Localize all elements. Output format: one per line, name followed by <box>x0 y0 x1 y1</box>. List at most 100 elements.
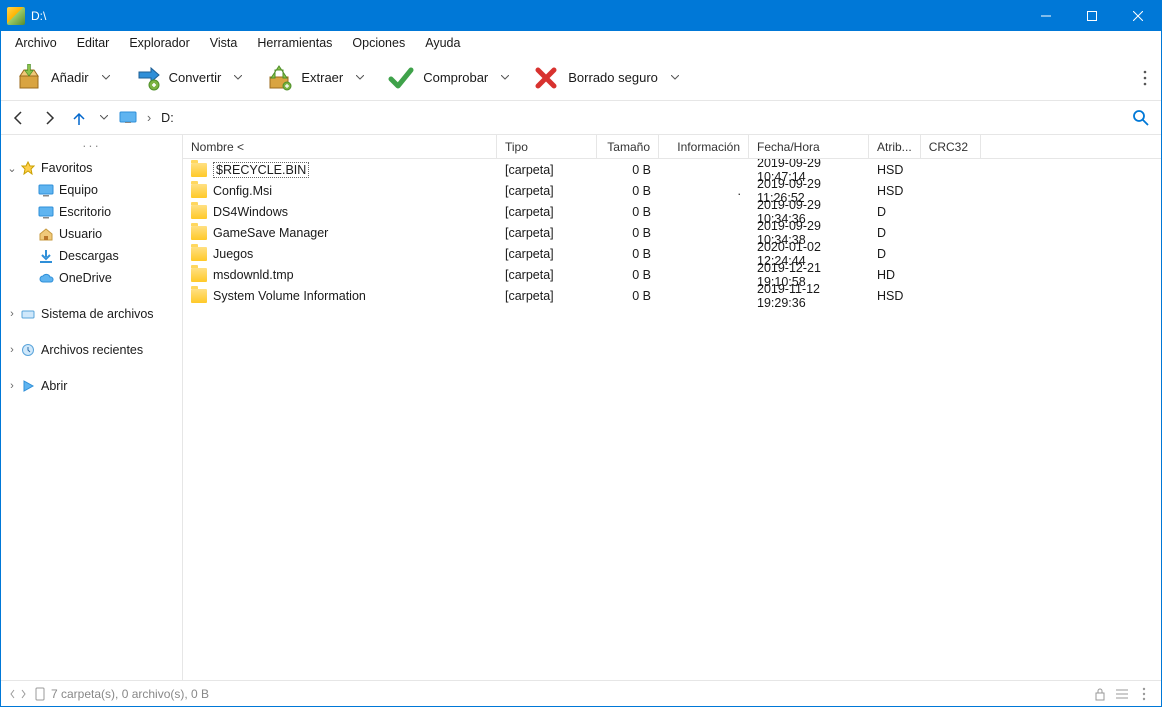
file-name: System Volume Information <box>213 289 366 303</box>
test-label: Comprobar <box>423 70 488 85</box>
device-icon[interactable] <box>29 687 51 701</box>
sidebar-grip[interactable]: ··· <box>1 139 182 157</box>
file-name: msdownld.tmp <box>213 268 294 282</box>
table-row[interactable]: Config.Msi[carpeta]0 B.2019-09-29 11:26:… <box>183 180 1161 201</box>
nav-back[interactable] <box>5 104 33 132</box>
sidebar-item-label: Descargas <box>59 249 119 263</box>
file-crc <box>913 201 973 222</box>
file-crc <box>913 285 973 306</box>
lock-icon[interactable] <box>1089 687 1111 701</box>
file-size: 0 B <box>597 201 659 222</box>
file-size: 0 B <box>597 159 659 180</box>
chevron-right-icon[interactable]: › <box>5 344 19 356</box>
monitor-icon <box>37 205 55 219</box>
column-type[interactable]: Tipo <box>497 135 597 158</box>
file-type: [carpeta] <box>497 243 597 264</box>
column-attr[interactable]: Atrib... <box>869 135 921 158</box>
sidebar: ··· ⌄ Favoritos EquipoEscritorioUsuario D… <box>1 135 183 680</box>
sidebar-favorite-item[interactable]: Escritorio <box>1 201 182 223</box>
convert-button[interactable]: Convertir <box>125 61 230 95</box>
file-info <box>659 159 749 180</box>
table-row[interactable]: msdownld.tmp[carpeta]0 B2019-12-21 19:10… <box>183 264 1161 285</box>
folder-icon <box>191 268 207 282</box>
file-size: 0 B <box>597 180 659 201</box>
sidebar-favorites[interactable]: ⌄ Favoritos <box>1 157 182 179</box>
extract-button[interactable]: Extraer <box>257 61 351 95</box>
search-button[interactable] <box>1125 104 1157 132</box>
menu-herramientas[interactable]: Herramientas <box>247 31 342 55</box>
file-crc <box>913 180 973 201</box>
menu-ayuda[interactable]: Ayuda <box>415 31 470 55</box>
breadcrumb-path[interactable]: D: <box>157 111 178 125</box>
file-info <box>659 222 749 243</box>
sidebar-favorite-item[interactable]: Usuario <box>1 223 182 245</box>
file-info <box>659 243 749 264</box>
column-name[interactable]: Nombre < <box>183 135 497 158</box>
table-row[interactable]: GameSave Manager[carpeta]0 B2019-09-29 1… <box>183 222 1161 243</box>
file-info: . <box>659 180 749 201</box>
convert-dropdown[interactable] <box>229 61 247 95</box>
breadcrumb[interactable]: › D: <box>115 104 178 132</box>
extract-dropdown[interactable] <box>351 61 369 95</box>
test-button[interactable]: Comprobar <box>379 61 496 95</box>
menu-explorador[interactable]: Explorador <box>119 31 199 55</box>
toolbar-overflow[interactable] <box>1135 61 1155 95</box>
resize-horizontal-icon[interactable] <box>7 688 29 700</box>
add-button[interactable]: Añadir <box>7 61 97 95</box>
file-date: 2019-11-12 19:29:36 <box>749 285 869 306</box>
drive-icon <box>19 307 37 321</box>
delete-dropdown[interactable] <box>666 61 684 95</box>
chevron-right-icon[interactable]: › <box>141 111 157 125</box>
column-date[interactable]: Fecha/Hora <box>749 135 869 158</box>
table-row[interactable]: Juegos[carpeta]0 B2020-01-02 12:24:44D <box>183 243 1161 264</box>
file-size: 0 B <box>597 285 659 306</box>
file-attr: HSD <box>869 159 913 180</box>
close-button[interactable] <box>1115 1 1161 31</box>
menu-editar[interactable]: Editar <box>67 31 120 55</box>
extract-icon <box>265 64 293 92</box>
secure-delete-button[interactable]: Borrado seguro <box>524 61 666 95</box>
sidebar-open[interactable]: › Abrir <box>1 375 182 397</box>
chevron-right-icon[interactable]: › <box>5 380 19 392</box>
view-options-icon[interactable] <box>1111 688 1133 700</box>
menu-opciones[interactable]: Opciones <box>342 31 415 55</box>
column-crc[interactable]: CRC32 <box>921 135 981 158</box>
column-size[interactable]: Tamaño <box>597 135 659 158</box>
maximize-button[interactable] <box>1069 1 1115 31</box>
file-name: Config.Msi <box>213 184 272 198</box>
chevron-right-icon[interactable]: › <box>5 308 19 320</box>
nav-history-dropdown[interactable] <box>95 104 113 132</box>
column-info[interactable]: Información <box>659 135 749 158</box>
file-type: [carpeta] <box>497 180 597 201</box>
test-dropdown[interactable] <box>496 61 514 95</box>
sidebar-filesystem[interactable]: › Sistema de archivos <box>1 303 182 325</box>
nav-up[interactable] <box>65 104 93 132</box>
sidebar-favorite-item[interactable]: Descargas <box>1 245 182 267</box>
chevron-down-icon[interactable]: ⌄ <box>5 162 19 175</box>
titlebar: D:\ <box>1 1 1161 31</box>
convert-label: Convertir <box>169 70 222 85</box>
menu-archivo[interactable]: Archivo <box>5 31 67 55</box>
statusbar-overflow[interactable] <box>1133 687 1155 701</box>
file-name: DS4Windows <box>213 205 288 219</box>
monitor-icon <box>37 183 55 197</box>
house-icon <box>37 227 55 241</box>
file-crc <box>913 222 973 243</box>
nav-forward[interactable] <box>35 104 63 132</box>
add-dropdown[interactable] <box>97 61 115 95</box>
download-icon <box>37 249 55 263</box>
menu-vista[interactable]: Vista <box>200 31 248 55</box>
table-row[interactable]: DS4Windows[carpeta]0 B2019-09-29 10:34:3… <box>183 201 1161 222</box>
table-row[interactable]: System Volume Information[carpeta]0 B201… <box>183 285 1161 306</box>
sidebar-item-label: OneDrive <box>59 271 112 285</box>
file-type: [carpeta] <box>497 264 597 285</box>
sidebar-favorite-item[interactable]: Equipo <box>1 179 182 201</box>
table-row[interactable]: $RECYCLE.BIN[carpeta]0 B2019-09-29 10:47… <box>183 159 1161 180</box>
window-title: D:\ <box>31 9 46 23</box>
folder-icon <box>191 205 207 219</box>
sidebar-favorite-item[interactable]: OneDrive <box>1 267 182 289</box>
sidebar-recent[interactable]: › Archivos recientes <box>1 339 182 361</box>
minimize-button[interactable] <box>1023 1 1069 31</box>
extract-label: Extraer <box>301 70 343 85</box>
breadcrumb-root-icon[interactable] <box>115 109 141 126</box>
